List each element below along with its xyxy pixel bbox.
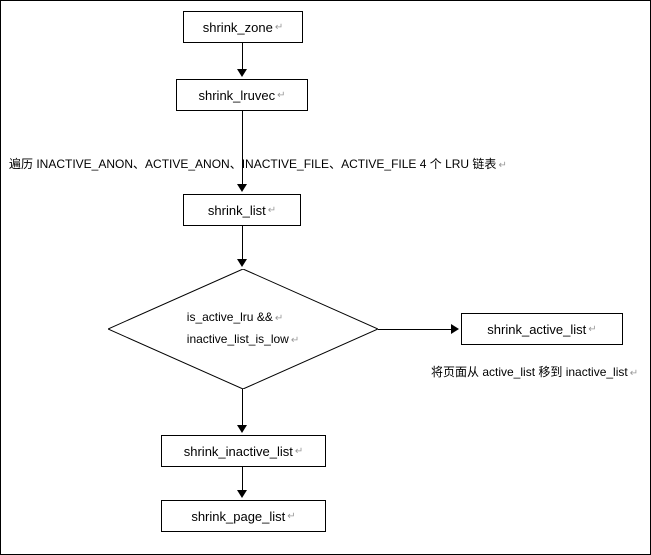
arrow xyxy=(242,43,243,71)
node-label: shrink_inactive_list xyxy=(184,444,293,459)
annotation-traverse: 遍历 INACTIVE_ANON、ACTIVE_ANON、INACTIVE_FI… xyxy=(9,155,507,172)
arrow xyxy=(378,329,453,330)
para-mark: ↵ xyxy=(291,335,299,346)
node-shrink-active-list: shrink_active_list↵ xyxy=(461,313,623,345)
arrow xyxy=(242,226,243,261)
decision-content: is_active_lru &&↵ inactive_list_is_low↵ xyxy=(187,307,299,350)
decision-line2: inactive_list_is_low xyxy=(187,332,289,346)
arrow xyxy=(242,389,243,427)
node-label: shrink_page_list xyxy=(191,509,285,524)
arrow xyxy=(242,467,243,492)
annotation-move-page: 将页面从 active_list 移到 inactive_list↵ xyxy=(431,363,638,380)
para-mark: ↵ xyxy=(287,511,295,522)
arrowhead xyxy=(451,324,459,334)
node-label: shrink_list xyxy=(208,203,266,218)
node-decision: is_active_lru &&↵ inactive_list_is_low↵ xyxy=(108,269,378,389)
node-shrink-list: shrink_list↵ xyxy=(183,194,301,226)
node-label: shrink_zone xyxy=(203,20,273,35)
flowchart-canvas: shrink_zone↵ shrink_lruvec↵ 遍历 INACTIVE_… xyxy=(0,0,651,555)
arrow xyxy=(242,111,243,186)
node-shrink-zone: shrink_zone↵ xyxy=(183,11,303,43)
para-mark: ↵ xyxy=(268,205,276,216)
para-mark: ↵ xyxy=(275,313,283,324)
para-mark: ↵ xyxy=(588,324,596,335)
arrowhead xyxy=(237,490,247,498)
node-label: shrink_active_list xyxy=(487,322,586,337)
node-shrink-inactive-list: shrink_inactive_list↵ xyxy=(161,435,326,467)
decision-line1: is_active_lru && xyxy=(187,310,273,324)
para-mark: ↵ xyxy=(275,22,283,33)
arrowhead xyxy=(237,259,247,267)
node-shrink-lruvec: shrink_lruvec↵ xyxy=(176,79,308,111)
arrowhead xyxy=(237,69,247,77)
para-mark: ↵ xyxy=(498,160,506,171)
para-mark: ↵ xyxy=(295,446,303,457)
para-mark: ↵ xyxy=(630,368,638,379)
annotation-text: 将页面从 active_list 移到 inactive_list xyxy=(431,365,628,379)
node-shrink-page-list: shrink_page_list↵ xyxy=(161,500,326,532)
node-label: shrink_lruvec xyxy=(199,88,276,103)
arrowhead xyxy=(237,184,247,192)
para-mark: ↵ xyxy=(277,90,285,101)
arrowhead xyxy=(237,425,247,433)
annotation-text: 遍历 INACTIVE_ANON、ACTIVE_ANON、INACTIVE_FI… xyxy=(9,157,496,171)
